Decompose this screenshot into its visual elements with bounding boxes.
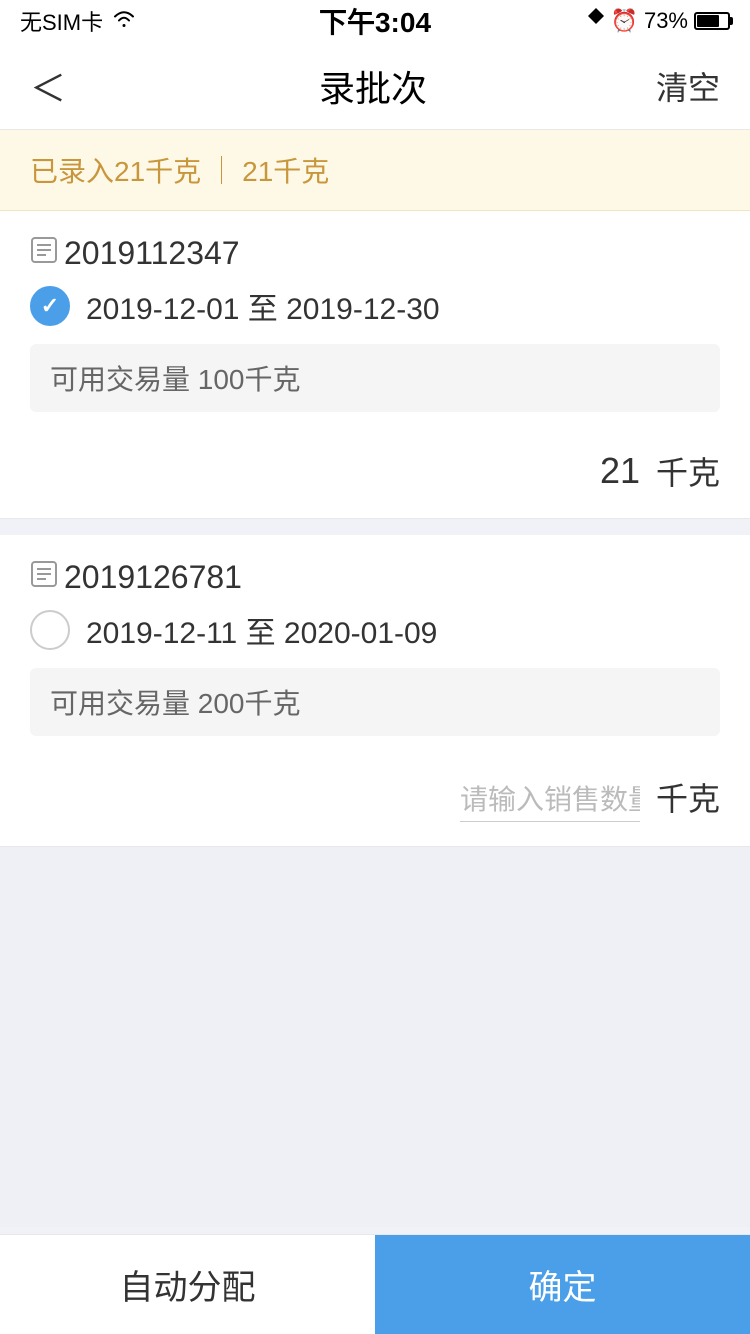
batch-id-icon-1: [30, 236, 58, 272]
section-divider: [0, 519, 750, 535]
quantity-input-2[interactable]: [460, 772, 640, 822]
wifi-icon: [111, 8, 137, 34]
alarm-icon: ⏰: [611, 8, 638, 34]
carrier-label: 无SIM卡: [20, 5, 103, 37]
batch-date-text-2: 2019-12-11 至 2020-01-09: [86, 608, 437, 652]
unit-label-2: 千克: [656, 774, 720, 820]
batch-id-text-2: 2019126781: [64, 559, 242, 596]
batch-date-row-2[interactable]: 2019-12-11 至 2020-01-09: [30, 608, 720, 652]
empty-area: [0, 847, 750, 1227]
summary-bar: 已录入21千克 21千克: [0, 130, 750, 211]
total-label: 21千克: [242, 150, 329, 190]
batch-id-text-1: 2019112347: [64, 235, 240, 272]
batch-item-2-container: 2019126781 2019-12-11 至 2020-01-09 可用交易量…: [0, 535, 750, 847]
batch-availability-1: 可用交易量 100千克: [30, 344, 720, 412]
clear-button[interactable]: 清空: [656, 63, 720, 109]
status-left: 无SIM卡: [20, 5, 137, 37]
batch-input-row-2: 千克: [0, 756, 750, 847]
batch-item-1: 2019112347 2019-12-01 至 2019-12-30 可用交易量…: [0, 211, 750, 412]
quantity-value-1: 21: [600, 450, 640, 492]
unit-label-1: 千克: [656, 448, 720, 494]
confirm-button[interactable]: 确定: [375, 1235, 750, 1334]
status-time: 下午3:04: [319, 1, 431, 41]
back-button[interactable]: ＜: [30, 60, 90, 112]
battery-percent: 73%: [644, 8, 688, 34]
batch-item-2: 2019126781 2019-12-11 至 2020-01-09 可用交易量…: [0, 535, 750, 736]
status-bar: 无SIM卡 下午3:04 ⏰ 73%: [0, 0, 750, 42]
status-right: ⏰ 73%: [587, 7, 730, 35]
batch-radio-2[interactable]: [30, 610, 70, 650]
batch-list: 2019112347 2019-12-01 至 2019-12-30 可用交易量…: [0, 211, 750, 519]
batch-id-icon-2: [30, 560, 58, 596]
batch-date-row-1[interactable]: 2019-12-01 至 2019-12-30: [30, 284, 720, 328]
batch-input-row-1: 21 千克: [0, 432, 750, 519]
batch-availability-2: 可用交易量 200千克: [30, 668, 720, 736]
batch-header-1: 2019112347: [30, 235, 720, 272]
batch-radio-1[interactable]: [30, 286, 70, 326]
battery-icon: [694, 12, 730, 30]
recorded-label: 已录入21千克: [30, 150, 201, 190]
auto-distribute-button[interactable]: 自动分配: [0, 1235, 375, 1334]
bottom-bar: 自动分配 确定: [0, 1234, 750, 1334]
page-title: 录批次: [319, 60, 427, 112]
summary-divider: [221, 156, 222, 184]
nav-bar: ＜ 录批次 清空: [0, 42, 750, 130]
batch-header-2: 2019126781: [30, 559, 720, 596]
batch-date-text-1: 2019-12-01 至 2019-12-30: [86, 284, 440, 328]
location-icon: [587, 7, 605, 35]
